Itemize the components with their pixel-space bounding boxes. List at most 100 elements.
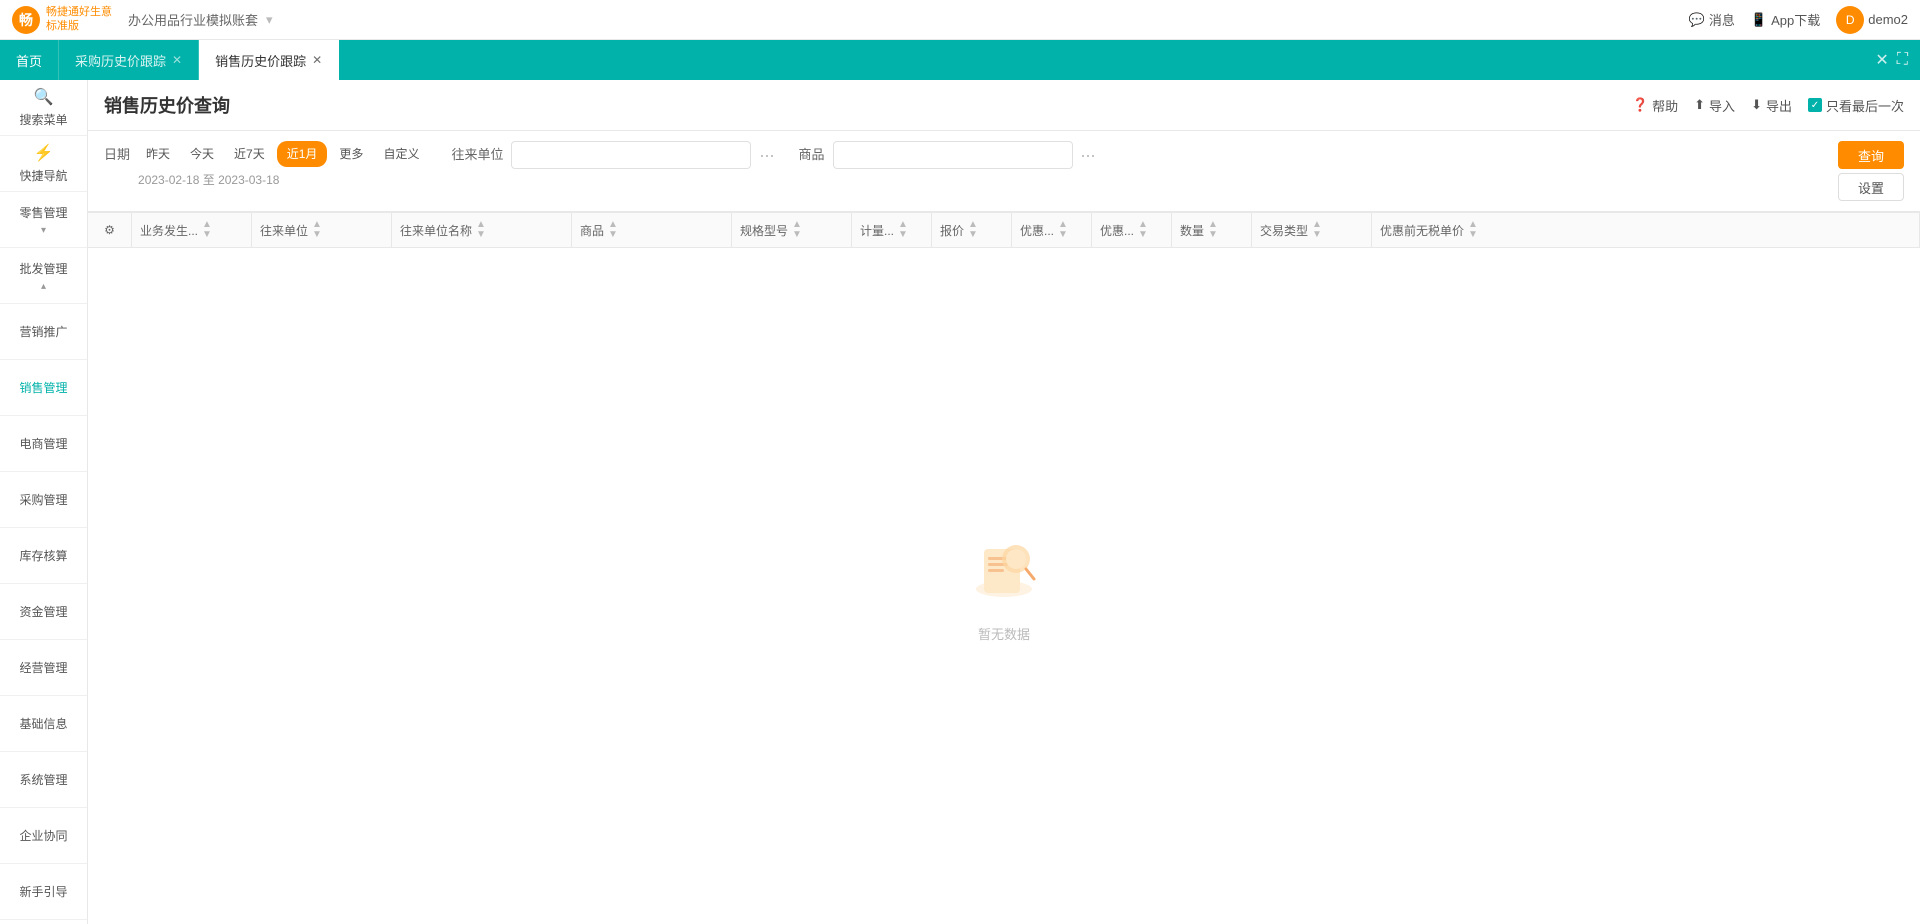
sidebar-item-system[interactable]: 系统管理 (0, 752, 87, 808)
unit-filter-label: 往来单位 (451, 141, 503, 169)
export-button[interactable]: ⬇ 导出 (1751, 96, 1792, 115)
th-quote[interactable]: 报价 ▲▼ (932, 212, 1012, 248)
sidebar-item-purchase[interactable]: 采购管理 (0, 472, 87, 528)
th-unit-code[interactable]: 往来单位 ▲▼ (252, 212, 392, 248)
date-btn-7days[interactable]: 近7天 (226, 141, 273, 167)
product-filter-dots[interactable]: ... (1081, 141, 1096, 162)
sort-icon-trade-type: ▲▼ (1312, 220, 1322, 240)
sidebar-item-operation[interactable]: 经营管理 (0, 640, 87, 696)
tab-sales-close[interactable]: ✕ (312, 53, 322, 67)
gear-icon[interactable]: ⚙ (104, 223, 115, 237)
tab-bar: 首页 采购历史价跟踪 ✕ 销售历史价跟踪 ✕ ✕ ⛶ (0, 40, 1920, 80)
close-all-tabs-icon[interactable]: ✕ (1875, 50, 1888, 70)
product-filter-input[interactable] (833, 141, 1073, 169)
date-range-display: 2023-02-18 至 2023-03-18 (138, 171, 427, 188)
th-measure[interactable]: 计量... ▲▼ (852, 212, 932, 248)
breadcrumb-title: 办公用品行业模拟账套 (128, 10, 258, 29)
page-title-row: 销售历史价查询 ❓ 帮助 ⬆ 导入 ⬇ 导出 ✓ (104, 92, 1904, 118)
sort-icon-quote: ▲▼ (968, 220, 978, 240)
retail-expand-icon: ▾ (41, 225, 46, 236)
sort-icon-business: ▲▼ (202, 220, 212, 240)
th-spec[interactable]: 规格型号 ▲▼ (732, 212, 852, 248)
help-button[interactable]: ❓ 帮助 (1632, 96, 1678, 115)
date-btn-more[interactable]: 更多 (331, 141, 371, 167)
logo-area: 畅 畅捷通好生意 标准版 (12, 6, 112, 34)
date-btn-today[interactable]: 今天 (182, 141, 222, 167)
main-layout: 🔍 搜索菜单 ⚡ 快捷导航 零售管理 ▾ 批发管理 ▴ 营销推广 销售管理 电商… (0, 80, 1920, 924)
sidebar-item-apps[interactable]: 应用中心 (0, 920, 87, 924)
app-icon: 📱 (1751, 12, 1767, 28)
th-discount1[interactable]: 优惠... ▲▼ (1012, 212, 1092, 248)
tab-sales-label: 销售历史价跟踪 (215, 51, 306, 70)
sidebar-item-inventory[interactable]: 库存核算 (0, 528, 87, 584)
tab-purchase-label: 采购历史价跟踪 (75, 51, 166, 70)
message-button[interactable]: 💬 消息 (1689, 10, 1735, 29)
sort-icon-discount1: ▲▼ (1058, 220, 1068, 240)
page-title: 销售历史价查询 (104, 92, 230, 118)
sort-icon-product: ▲▼ (608, 220, 618, 240)
th-quantity[interactable]: 数量 ▲▼ (1172, 212, 1252, 248)
th-discount2[interactable]: 优惠... ▲▼ (1092, 212, 1172, 248)
th-unit-name[interactable]: 往来单位名称 ▲▼ (392, 212, 572, 248)
table-area: ⚙ 业务发生... ▲▼ 往来单位 ▲▼ 往来单位名称 ▲▼ 商品 ▲▼ (88, 212, 1920, 924)
sort-icon-discount2: ▲▼ (1138, 220, 1148, 240)
tab-home[interactable]: 首页 (0, 40, 59, 80)
sidebar: 🔍 搜索菜单 ⚡ 快捷导航 零售管理 ▾ 批发管理 ▴ 营销推广 销售管理 电商… (0, 80, 88, 924)
top-bar-right: 💬 消息 📱 App下载 D demo2 (1689, 6, 1908, 34)
date-btn-1month[interactable]: 近1月 (277, 141, 328, 167)
page-header: 销售历史价查询 ❓ 帮助 ⬆ 导入 ⬇ 导出 ✓ (88, 80, 1920, 131)
th-business-date[interactable]: 业务发生... ▲▼ (132, 212, 252, 248)
th-gear[interactable]: ⚙ (88, 212, 132, 248)
sidebar-item-wholesale[interactable]: 批发管理 ▴ (0, 248, 87, 304)
sidebar-item-basic[interactable]: 基础信息 (0, 696, 87, 752)
table-body-empty: 暂无数据 (88, 248, 1920, 924)
import-button[interactable]: ⬆ 导入 (1694, 96, 1735, 115)
unit-filter-input[interactable] (511, 141, 751, 169)
sidebar-item-shortcut[interactable]: ⚡ 快捷导航 (0, 136, 87, 192)
sidebar-item-ecommerce[interactable]: 电商管理 (0, 416, 87, 472)
date-btn-custom[interactable]: 自定义 (375, 141, 427, 167)
sort-icon-unit-code: ▲▼ (312, 220, 322, 240)
table-header: ⚙ 业务发生... ▲▼ 往来单位 ▲▼ 往来单位名称 ▲▼ 商品 ▲▼ (88, 212, 1920, 248)
message-icon: 💬 (1689, 12, 1705, 28)
empty-svg (964, 529, 1044, 609)
sidebar-item-search[interactable]: 🔍 搜索菜单 (0, 80, 87, 136)
filter-bar: 日期 昨天 今天 近7天 近1月 更多 自定义 2023-02-18 至 202… (88, 131, 1920, 212)
sort-icon-no-tax: ▲▼ (1468, 220, 1478, 240)
logo-icon: 畅 (12, 6, 40, 34)
date-btn-yesterday[interactable]: 昨天 (138, 141, 178, 167)
sidebar-item-enterprise[interactable]: 企业协同 (0, 808, 87, 864)
sidebar-item-guide[interactable]: 新手引导 (0, 864, 87, 920)
only-last-checkbox-row[interactable]: ✓ 只看最后一次 (1808, 96, 1904, 115)
th-trade-type[interactable]: 交易类型 ▲▼ (1252, 212, 1372, 248)
tab-sales[interactable]: 销售历史价跟踪 ✕ (199, 40, 339, 80)
unit-filter-dots[interactable]: ... (759, 141, 774, 162)
tab-home-label: 首页 (16, 51, 42, 70)
unit-filter-group: 往来单位 ... (451, 141, 774, 169)
empty-text: 暂无数据 (978, 624, 1030, 643)
sort-icon-quantity: ▲▼ (1208, 220, 1218, 240)
search-icon: 🔍 (34, 87, 54, 107)
th-no-tax-price[interactable]: 优惠前无税单价 ▲▼ (1372, 212, 1920, 248)
tab-bar-right: ✕ ⛶ (1875, 50, 1920, 70)
only-last-checkbox[interactable]: ✓ (1808, 98, 1822, 112)
sort-icon-measure: ▲▼ (898, 220, 908, 240)
breadcrumb-arrow: ▾ (266, 12, 273, 28)
top-bar-left: 畅 畅捷通好生意 标准版 办公用品行业模拟账套 ▾ (12, 6, 273, 34)
help-icon: ❓ (1632, 97, 1648, 113)
th-product[interactable]: 商品 ▲▼ (572, 212, 732, 248)
logo-text: 畅捷通好生意 标准版 (46, 6, 112, 32)
sidebar-item-finance[interactable]: 资金管理 (0, 584, 87, 640)
wholesale-expand-icon: ▴ (41, 281, 46, 292)
sidebar-item-marketing[interactable]: 营销推广 (0, 304, 87, 360)
app-download-button[interactable]: 📱 App下载 (1751, 10, 1820, 29)
sidebar-item-retail[interactable]: 零售管理 ▾ (0, 192, 87, 248)
sidebar-item-sales-mgmt[interactable]: 销售管理 (0, 360, 87, 416)
tab-purchase[interactable]: 采购历史价跟踪 ✕ (59, 40, 199, 80)
fullscreen-icon[interactable]: ⛶ (1897, 51, 1908, 69)
settings-button[interactable]: 设置 (1838, 173, 1904, 201)
query-button[interactable]: 查询 (1838, 141, 1904, 169)
tab-purchase-close[interactable]: ✕ (172, 53, 182, 67)
user-profile[interactable]: D demo2 (1836, 6, 1908, 34)
date-filter-group: 日期 昨天 今天 近7天 近1月 更多 自定义 2023-02-18 至 202… (104, 141, 427, 188)
